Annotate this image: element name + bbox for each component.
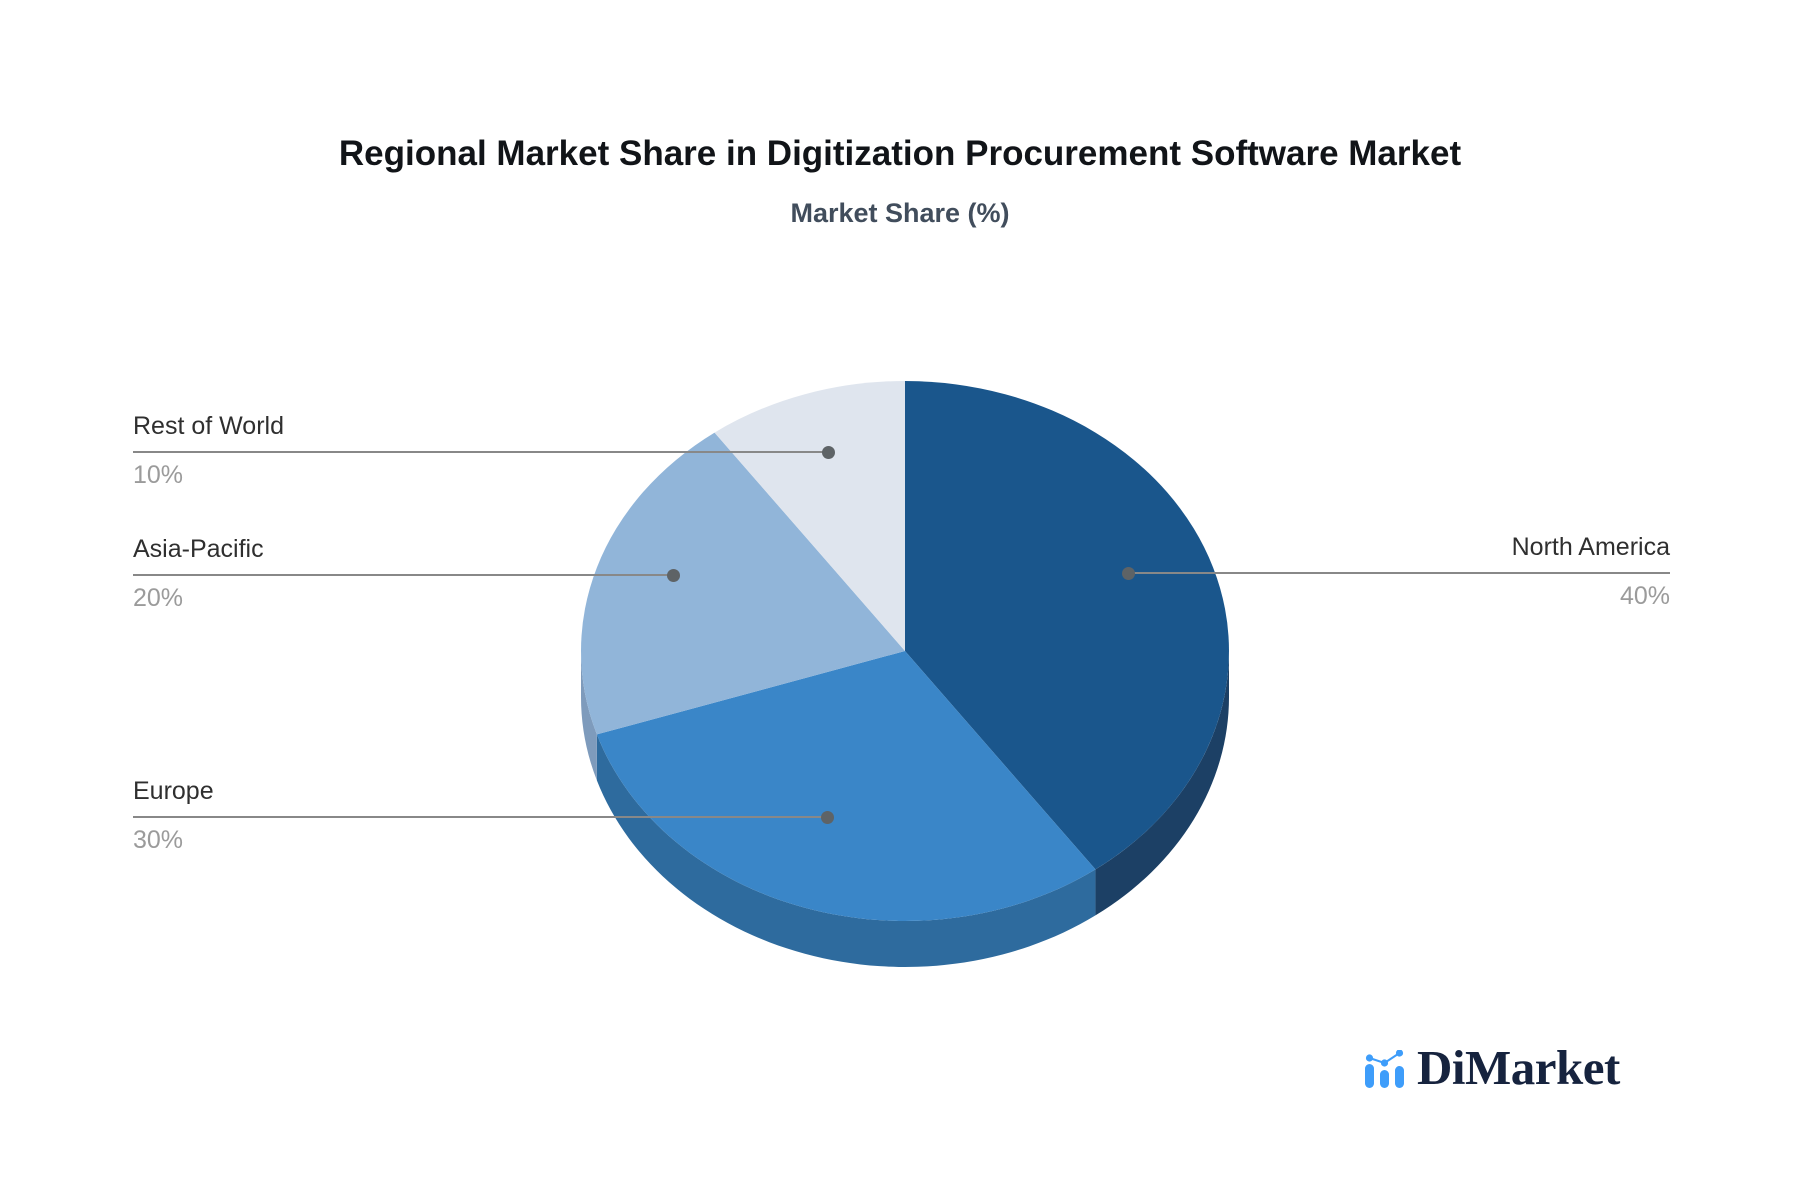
slice-label: Asia-Pacific [133, 535, 673, 576]
callout-asia-pacific: Asia-Pacific 20% [133, 535, 680, 613]
slice-value: 30% [133, 826, 184, 854]
callout-rest-of-world: Rest of World 10% [133, 412, 835, 490]
slice-value: 20% [133, 584, 184, 612]
leader-dot [667, 569, 680, 582]
bar-line-chart-icon [1365, 1050, 1404, 1088]
slice-label: North America [1129, 533, 1670, 574]
slice-value: 40% [1619, 582, 1670, 610]
callout-north-america: North America 40% [1122, 533, 1670, 611]
chart-canvas: Regional Market Share in Digitization Pr… [0, 0, 1800, 1196]
leader-dot [1122, 567, 1135, 580]
callout-europe: Europe 30% [133, 777, 834, 855]
slice-label: Rest of World [133, 412, 828, 453]
leader-dot [821, 811, 834, 824]
slice-label: Europe [133, 777, 827, 818]
logo-wordmark: DiMarket [1417, 1040, 1620, 1095]
slice-value: 10% [133, 461, 184, 489]
leader-dot [822, 446, 835, 459]
